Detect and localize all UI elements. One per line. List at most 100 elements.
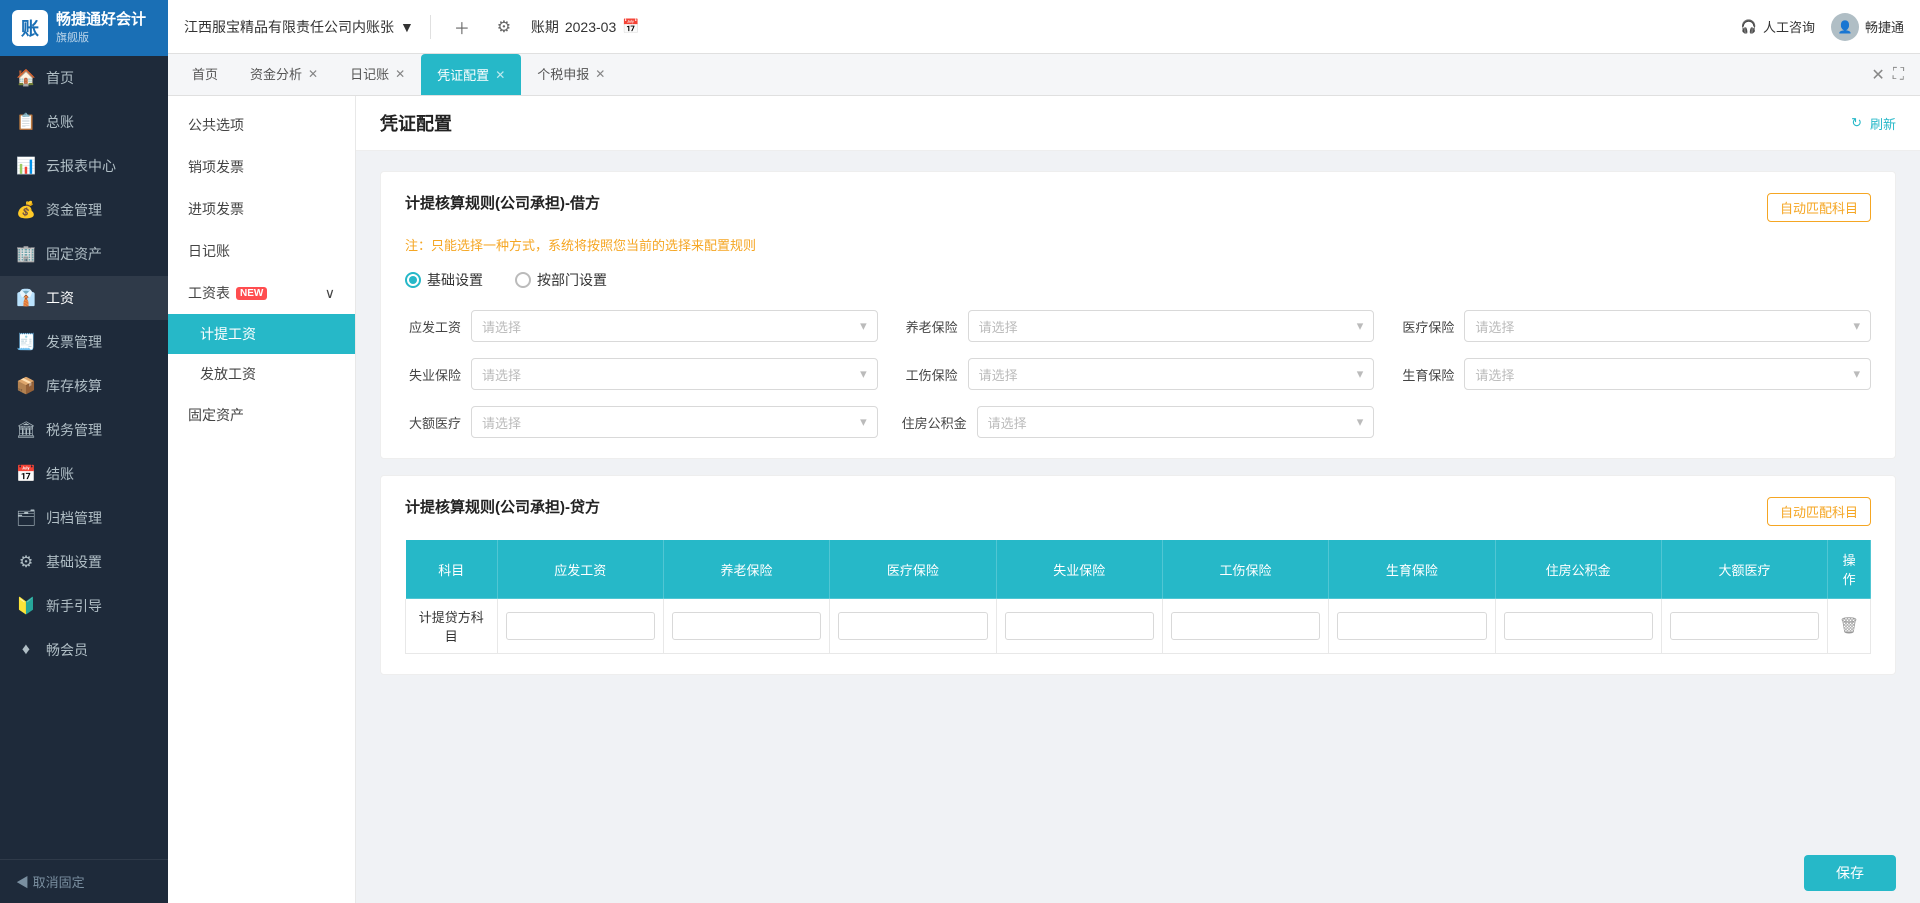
sub-nav-pay[interactable]: 发放工资	[168, 354, 355, 394]
input-injury[interactable]	[1171, 612, 1320, 640]
field-housing-fund-select[interactable]: 请选择 ▾	[977, 406, 1375, 438]
tab-fund-close[interactable]: ✕	[308, 67, 318, 81]
app-subtext: 旗舰版	[56, 29, 146, 45]
td-salary-input[interactable]	[497, 599, 663, 654]
input-salary[interactable]	[506, 612, 655, 640]
refresh-button[interactable]: ↻ 刷新	[1851, 114, 1896, 133]
td-large-medical-input[interactable]	[1661, 599, 1827, 654]
sidebar-item-close[interactable]: 📅 结账	[0, 452, 168, 496]
sidebar-item-settings[interactable]: ⚙ 基础设置	[0, 540, 168, 584]
tab-voucher[interactable]: 凭证配置 ✕	[421, 54, 521, 95]
save-button[interactable]: 保存	[1804, 855, 1896, 891]
headset-icon: 🎧	[1741, 19, 1757, 35]
td-pension-input[interactable]	[663, 599, 829, 654]
input-pension[interactable]	[672, 612, 821, 640]
fund-icon: 💰	[16, 200, 36, 220]
credit-auto-match-button[interactable]: 自动匹配科目	[1767, 497, 1871, 526]
sidebar-item-guide[interactable]: 🔰 新手引导	[0, 584, 168, 628]
tab-journal-close[interactable]: ✕	[395, 67, 405, 81]
field-unemployment-select[interactable]: 请选择 ▾	[471, 358, 878, 390]
tab-tax[interactable]: 个税申报 ✕	[521, 54, 621, 95]
field-maternity-select[interactable]: 请选择 ▾	[1464, 358, 1871, 390]
td-injury-input[interactable]	[1162, 599, 1328, 654]
sidebar-unpin-button[interactable]: ◀ 取消固定	[0, 859, 168, 903]
input-large-medical[interactable]	[1670, 612, 1819, 640]
radio-basic[interactable]: 基础设置	[405, 270, 483, 290]
sidebar-item-ledger[interactable]: 📋 总账	[0, 100, 168, 144]
input-housing[interactable]	[1504, 612, 1653, 640]
sidebar-item-label: 基础设置	[46, 552, 102, 572]
tab-home[interactable]: 首页	[176, 54, 234, 95]
sidebar-item-home[interactable]: 🏠 首页	[0, 56, 168, 100]
delete-row-button[interactable]: 🗑	[1839, 618, 1859, 635]
td-unemployment-input[interactable]	[996, 599, 1162, 654]
debit-section-header: 计提核算规则(公司承担)-借方 自动匹配科目	[405, 192, 1871, 223]
window-maximize-icon[interactable]: ⛶	[1893, 66, 1904, 84]
sub-nav-fixed-assets-label: 固定资产	[188, 407, 244, 423]
sub-nav-purchase[interactable]: 进项发票	[168, 188, 355, 230]
sidebar-item-label: 结账	[46, 464, 74, 484]
sub-nav-salary-table-group[interactable]: 工资表 NEW ∨	[168, 272, 355, 314]
th-salary: 应发工资	[497, 540, 663, 599]
sub-nav-salary-table-label-group: 工资表 NEW	[188, 283, 267, 303]
field-maternity-label: 生育保险	[1398, 365, 1454, 384]
td-delete[interactable]: 🗑	[1828, 599, 1871, 654]
service-button[interactable]: 🎧 人工咨询	[1741, 17, 1815, 36]
field-injury-select[interactable]: 请选择 ▾	[968, 358, 1375, 390]
ledger-icon: 📋	[16, 112, 36, 132]
credit-section-header: 计提核算规则(公司承担)-贷方 自动匹配科目	[405, 496, 1871, 527]
sidebar-item-assets[interactable]: 🏢 固定资产	[0, 232, 168, 276]
user-menu[interactable]: 👤 畅捷通	[1831, 13, 1904, 41]
field-housing-fund-placeholder: 请选择	[988, 413, 1027, 432]
sub-nav-salary-children: 计提工资 发放工资	[168, 314, 355, 394]
input-unemployment[interactable]	[1005, 612, 1154, 640]
calendar-icon: 📅	[622, 18, 639, 35]
field-large-medical-select[interactable]: 请选择 ▾	[471, 406, 878, 438]
sidebar-item-tax[interactable]: 🏛 税务管理	[0, 408, 168, 452]
debit-auto-match-button[interactable]: 自动匹配科目	[1767, 193, 1871, 222]
company-selector[interactable]: 江西服宝精品有限责任公司内账张 ▼	[184, 17, 414, 37]
company-name: 江西服宝精品有限责任公司内账张	[184, 17, 394, 37]
sidebar-item-fund[interactable]: 💰 资金管理	[0, 188, 168, 232]
sub-nav-accrual[interactable]: 计提工资	[168, 314, 355, 354]
sub-nav-public[interactable]: 公共选项	[168, 104, 355, 146]
td-medical-input[interactable]	[830, 599, 996, 654]
tab-tax-close[interactable]: ✕	[595, 67, 605, 81]
sidebar-item-invoice[interactable]: 🧾 发票管理	[0, 320, 168, 364]
invoice-icon: 🧾	[16, 332, 36, 352]
th-pension: 养老保险	[663, 540, 829, 599]
field-injury-label: 工伤保险	[902, 365, 958, 384]
sub-nav-journal[interactable]: 日记账	[168, 230, 355, 272]
field-salary-select[interactable]: 请选择 ▾	[471, 310, 878, 342]
th-operation: 操作	[1828, 540, 1871, 599]
tab-voucher-close[interactable]: ✕	[495, 68, 505, 82]
sidebar-item-inventory[interactable]: 📦 库存核算	[0, 364, 168, 408]
td-maternity-input[interactable]	[1329, 599, 1495, 654]
topbar-divider-1	[430, 15, 431, 39]
sidebar-item-vip[interactable]: ♦ 畅会员	[0, 628, 168, 672]
tab-journal[interactable]: 日记账 ✕	[334, 54, 421, 95]
sidebar-item-salary[interactable]: 👔 工资	[0, 276, 168, 320]
sub-nav-fixed-assets[interactable]: 固定资产	[168, 394, 355, 436]
field-maternity-placeholder: 请选择	[1475, 365, 1514, 384]
add-button[interactable]: ＋	[447, 12, 477, 42]
tab-fund[interactable]: 资金分析 ✕	[234, 54, 334, 95]
settings-button[interactable]: ⚙	[489, 12, 519, 42]
field-unemployment-placeholder: 请选择	[482, 365, 521, 384]
sidebar-item-archive[interactable]: 🗂 归档管理	[0, 496, 168, 540]
sidebar-item-label: 归档管理	[46, 508, 102, 528]
td-housing-input[interactable]	[1495, 599, 1661, 654]
sidebar-item-reports[interactable]: 📊 云报表中心	[0, 144, 168, 188]
input-medical[interactable]	[838, 612, 987, 640]
field-pension-select[interactable]: 请选择 ▾	[968, 310, 1375, 342]
sub-nav-sales[interactable]: 销项发票	[168, 146, 355, 188]
window-close-icon[interactable]: ✕	[1871, 65, 1884, 85]
credit-table: 科目 应发工资 养老保险 医疗保险 失业保险 工伤保险 生育保险 住房公积金 大…	[405, 539, 1871, 654]
panel-header: 凭证配置 ↻ 刷新	[356, 96, 1920, 151]
field-large-medical-placeholder: 请选择	[482, 413, 521, 432]
field-salary: 应发工资 请选择 ▾	[405, 310, 878, 342]
input-maternity[interactable]	[1337, 612, 1486, 640]
dropdown-icon: ▾	[860, 414, 867, 430]
field-medical-select[interactable]: 请选择 ▾	[1464, 310, 1871, 342]
radio-dept[interactable]: 按部门设置	[515, 270, 607, 290]
